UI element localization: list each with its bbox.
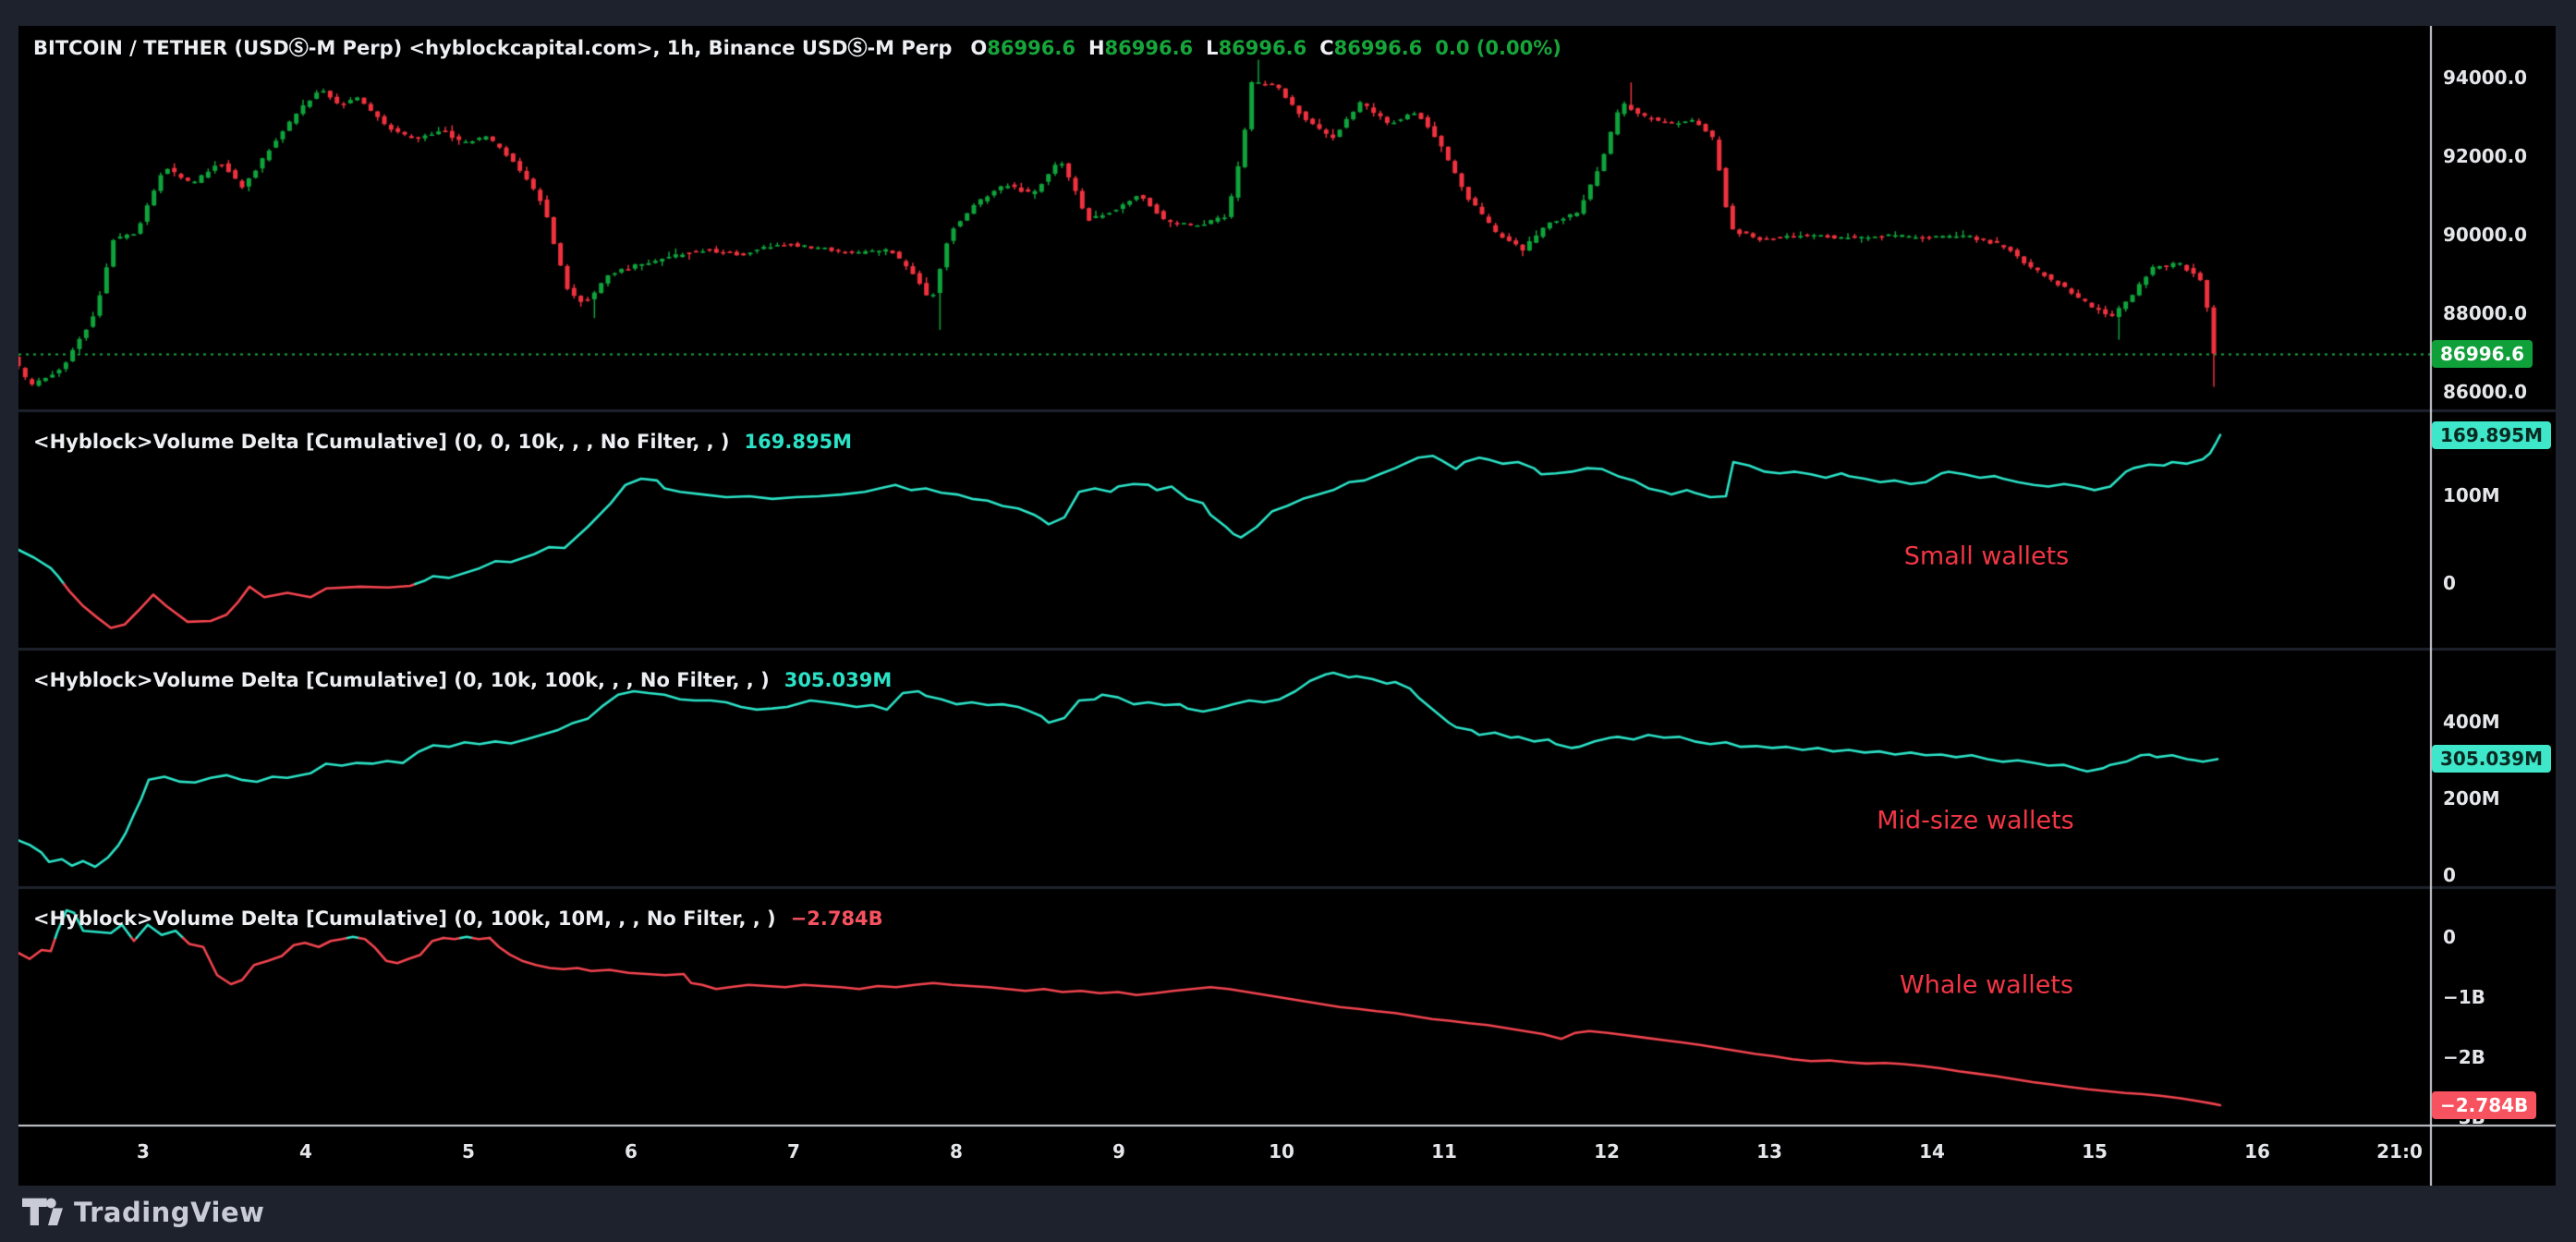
price-axis-tick: 88000.0: [2443, 302, 2527, 324]
time-axis-tick: 16: [2244, 1140, 2270, 1163]
whale-wallets-pane-legend: <Hyblock>Volume Delta [Cumulative] (0, 1…: [33, 907, 883, 930]
mid-size-wallets-annotation-text[interactable]: Mid-size wallets: [1877, 807, 2074, 835]
tradingview-logo-text: TradingView: [74, 1197, 264, 1228]
whale-wallets-indicator-title[interactable]: <Hyblock>Volume Delta [Cumulative] (0, 1…: [33, 907, 776, 930]
time-axis-tick: 15: [2082, 1140, 2108, 1163]
ohlc-readout: O86996.6H86996.6L86996.6C86996.60.0 (0.0…: [970, 37, 1561, 59]
small-wallets-indicator-title[interactable]: <Hyblock>Volume Delta [Cumulative] (0, 0…: [33, 431, 730, 453]
small-wallets-axis-tick: 100M: [2443, 484, 2500, 506]
mid-size-wallets-pane-legend: <Hyblock>Volume Delta [Cumulative] (0, 1…: [33, 669, 892, 691]
change-value: 0.0 (0.00%): [1435, 37, 1561, 59]
mid-size-wallets-axis-tick: 400M: [2443, 711, 2500, 733]
time-axis-tick: 7: [787, 1140, 800, 1163]
chart-canvas[interactable]: [18, 26, 2556, 1186]
tradingview-screenshot: BITCOIN / TETHER (USDⓈ-M Perp) <hyblockc…: [0, 0, 2576, 1242]
tradingview-logo[interactable]: TradingView: [22, 1194, 264, 1231]
price-axis-tick: 92000.0: [2443, 145, 2527, 167]
time-axis-tick: 13: [1756, 1140, 1782, 1163]
whale-wallets-axis-tick: −2B: [2443, 1046, 2485, 1068]
whale-wallets-last-value-badge: −2.784B: [2432, 1091, 2536, 1119]
time-axis-tick: 21:0: [2376, 1140, 2423, 1163]
time-axis-tick: 14: [1919, 1140, 1945, 1163]
whale-wallets-annotation-text[interactable]: Whale wallets: [1900, 971, 2073, 1000]
low-label: L: [1206, 37, 1218, 59]
high-value: 86996.6: [1105, 37, 1194, 59]
whale-wallets-axis-tick: −1B: [2443, 986, 2485, 1008]
price-axis-tick: 94000.0: [2443, 67, 2527, 89]
price-axis-tick: 86000.0: [2443, 381, 2527, 403]
mid-size-wallets-last-value-badge: 305.039M: [2432, 745, 2551, 773]
time-axis-tick: 5: [462, 1140, 475, 1163]
mid-size-wallets-indicator-value: 305.039M: [784, 669, 893, 691]
time-axis-tick: 10: [1269, 1140, 1294, 1163]
price-last-value-badge: 86996.6: [2432, 340, 2533, 368]
tradingview-logo-icon: [22, 1194, 63, 1231]
small-wallets-indicator-value: 169.895M: [745, 431, 853, 453]
time-axis-tick: 12: [1594, 1140, 1620, 1163]
small-wallets-pane-legend: <Hyblock>Volume Delta [Cumulative] (0, 0…: [33, 431, 852, 453]
open-value: 86996.6: [987, 37, 1075, 59]
close-label: C: [1319, 37, 1333, 59]
time-axis-tick: 6: [625, 1140, 638, 1163]
close-value: 86996.6: [1334, 37, 1423, 59]
symbol-title[interactable]: BITCOIN / TETHER (USDⓈ-M Perp) <hyblockc…: [33, 37, 952, 59]
high-label: H: [1088, 37, 1105, 59]
time-axis-tick: 8: [950, 1140, 963, 1163]
time-axis-tick: 9: [1112, 1140, 1125, 1163]
time-axis-tick: 11: [1431, 1140, 1457, 1163]
low-value: 86996.6: [1219, 37, 1307, 59]
small-wallets-last-value-badge: 169.895M: [2432, 421, 2551, 449]
price-axis-tick: 90000.0: [2443, 224, 2527, 246]
time-axis-tick: 3: [137, 1140, 150, 1163]
mid-size-wallets-indicator-title[interactable]: <Hyblock>Volume Delta [Cumulative] (0, 1…: [33, 669, 770, 691]
whale-wallets-indicator-value: −2.784B: [791, 907, 883, 930]
open-label: O: [970, 37, 987, 59]
mid-size-wallets-axis-tick: 200M: [2443, 787, 2500, 810]
small-wallets-axis-tick: 0: [2443, 572, 2456, 594]
whale-wallets-axis-tick: 0: [2443, 926, 2456, 948]
small-wallets-annotation-text[interactable]: Small wallets: [1904, 542, 2069, 571]
mid-size-wallets-axis-tick: 0: [2443, 864, 2456, 886]
time-axis-tick: 4: [299, 1140, 312, 1163]
main-legend: BITCOIN / TETHER (USDⓈ-M Perp) <hyblockc…: [33, 33, 1561, 61]
